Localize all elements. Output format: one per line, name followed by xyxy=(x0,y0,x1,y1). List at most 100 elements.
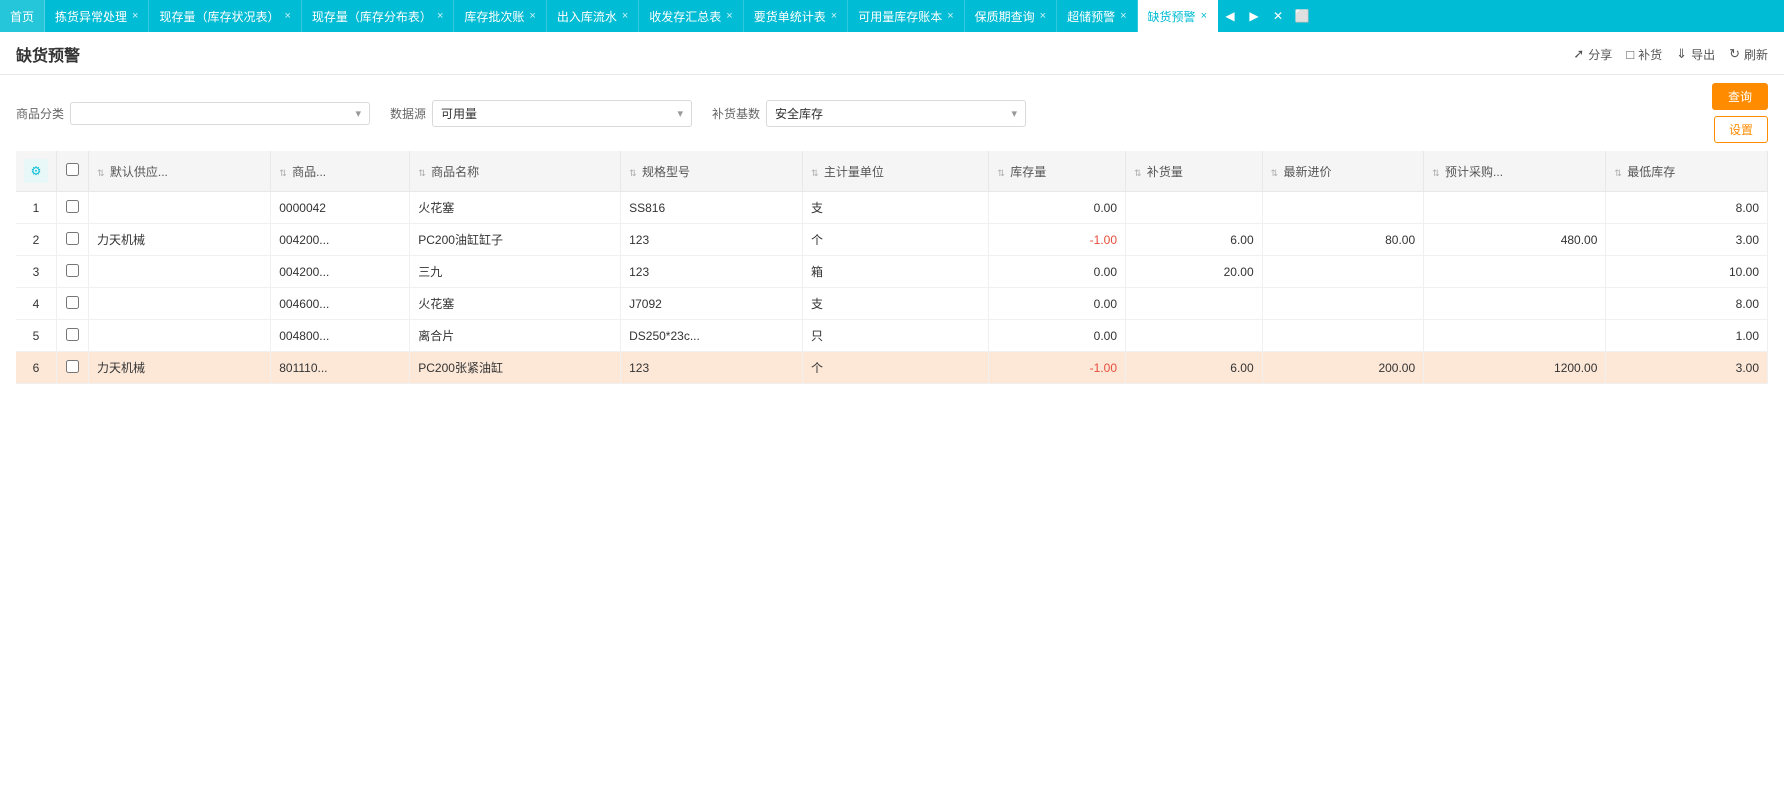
tab-close-10[interactable]: × xyxy=(1120,10,1126,22)
table-row: 6 力天机械 801110... PC200张紧油缸 123 个 -1.00 6… xyxy=(16,352,1768,384)
tab-拣货异常处理[interactable]: 拣货异常处理 × xyxy=(45,0,149,32)
tab-close-8[interactable]: × xyxy=(947,10,953,22)
col-estimated-purchase[interactable]: ⇅ 预计采购... xyxy=(1424,151,1606,192)
row-min-stock: 1.00 xyxy=(1606,320,1768,352)
row-checkbox-cell xyxy=(57,192,89,224)
share-icon: ➚ xyxy=(1573,46,1584,62)
col-gear: ⚙ xyxy=(16,151,57,192)
row-index: 2 xyxy=(16,224,57,256)
col-unit[interactable]: ⇅ 主计量单位 xyxy=(802,151,988,192)
col-default-supplier[interactable]: ⇅ 默认供应... xyxy=(89,151,271,192)
row-spec: SS816 xyxy=(621,192,803,224)
tab-出入库流水[interactable]: 出入库流水 × xyxy=(547,0,639,32)
row-min-stock: 3.00 xyxy=(1606,352,1768,384)
col-min-stock[interactable]: ⇅ 最低库存 xyxy=(1606,151,1768,192)
tab-prev-btn[interactable]: ◀ xyxy=(1218,0,1242,32)
row-spec: DS250*23c... xyxy=(621,320,803,352)
row-checkbox[interactable] xyxy=(66,296,79,309)
row-latest-price xyxy=(1262,288,1424,320)
share-btn[interactable]: ➚ 分享 xyxy=(1573,46,1612,63)
data-source-filter-group: 数据源 可用量 ▾ xyxy=(390,100,692,127)
gear-settings-btn[interactable]: ⚙ xyxy=(24,159,48,183)
header-actions: ➚ 分享 □ 补货 ⇓ 导出 ↻ 刷新 xyxy=(1573,46,1768,63)
category-select[interactable]: ▾ xyxy=(70,102,370,125)
data-source-value: 可用量 xyxy=(441,105,477,122)
row-unit: 支 xyxy=(802,288,988,320)
tab-现存量库存状况表[interactable]: 现存量（库存状况表） × xyxy=(149,0,301,32)
col-sort-icon2: ⇅ xyxy=(279,168,287,178)
tab-close-4[interactable]: × xyxy=(529,10,535,22)
replenish-base-select[interactable]: 安全库存 ▾ xyxy=(766,100,1026,127)
row-supplier xyxy=(89,288,271,320)
col-sort-icon3: ⇅ xyxy=(418,168,426,178)
row-product-code: 801110... xyxy=(271,352,410,384)
row-product-name: 火花塞 xyxy=(410,192,621,224)
select-all-checkbox[interactable] xyxy=(66,163,79,176)
row-checkbox[interactable] xyxy=(66,328,79,341)
col-latest-price[interactable]: ⇅ 最新进价 xyxy=(1262,151,1424,192)
col-product-code[interactable]: ⇅ 商品... xyxy=(271,151,410,192)
tab-保质期查询[interactable]: 保质期查询 × xyxy=(965,0,1057,32)
row-replenish: 20.00 xyxy=(1126,256,1263,288)
tab-可用量库存账本[interactable]: 可用量库存账本 × xyxy=(848,0,964,32)
tab-收发存汇总表[interactable]: 收发存汇总表 × xyxy=(639,0,743,32)
query-button[interactable]: 查询 xyxy=(1712,83,1768,110)
row-estimated-purchase xyxy=(1424,256,1606,288)
row-product-code: 004600... xyxy=(271,288,410,320)
tab-close-6[interactable]: × xyxy=(726,10,732,22)
tab-现存量库存分布表[interactable]: 现存量（库存分布表） × xyxy=(302,0,454,32)
tab-close-3[interactable]: × xyxy=(437,10,443,22)
category-label: 商品分类 xyxy=(16,105,64,122)
col-stock[interactable]: ⇅ 库存量 xyxy=(989,151,1126,192)
row-checkbox[interactable] xyxy=(66,264,79,277)
row-unit: 个 xyxy=(802,224,988,256)
tab-maximize-btn[interactable]: ⬜ xyxy=(1290,0,1314,32)
row-product-code: 004200... xyxy=(271,256,410,288)
col-sort-icon8: ⇅ xyxy=(1271,168,1279,178)
col-spec[interactable]: ⇅ 规格型号 xyxy=(621,151,803,192)
row-index: 6 xyxy=(16,352,57,384)
tab-next-btn[interactable]: ▶ xyxy=(1242,0,1266,32)
tab-缺货预警[interactable]: 缺货预警 × xyxy=(1138,0,1218,32)
row-latest-price xyxy=(1262,256,1424,288)
tab-bar: 首页 拣货异常处理 × 现存量（库存状况表） × 现存量（库存分布表） × 库存… xyxy=(0,0,1784,32)
row-checkbox[interactable] xyxy=(66,200,79,213)
tab-库存批次账[interactable]: 库存批次账 × xyxy=(454,0,546,32)
tab-close-11[interactable]: × xyxy=(1201,10,1207,22)
row-estimated-purchase xyxy=(1424,288,1606,320)
refresh-icon: ↻ xyxy=(1729,46,1740,62)
col-product-name[interactable]: ⇅ 商品名称 xyxy=(410,151,621,192)
tab-要货单统计表[interactable]: 要货单统计表 × xyxy=(744,0,848,32)
row-unit: 箱 xyxy=(802,256,988,288)
tab-首页[interactable]: 首页 xyxy=(0,0,45,32)
row-checkbox[interactable] xyxy=(66,232,79,245)
tab-close-all-btn[interactable]: ✕ xyxy=(1266,0,1290,32)
row-checkbox[interactable] xyxy=(66,360,79,373)
row-product-code: 0000042 xyxy=(271,192,410,224)
tab-close-7[interactable]: × xyxy=(831,10,837,22)
tab-超储预警[interactable]: 超储预警 × xyxy=(1057,0,1137,32)
row-replenish: 6.00 xyxy=(1126,224,1263,256)
export-btn[interactable]: ⇓ 导出 xyxy=(1676,46,1715,63)
page-title: 缺货预警 xyxy=(16,42,80,66)
row-min-stock: 8.00 xyxy=(1606,288,1768,320)
replenish-btn[interactable]: □ 补货 xyxy=(1626,46,1662,63)
data-table: ⚙ ⇅ 默认供应... ⇅ 商品... ⇅ 商品名称 xyxy=(16,151,1768,384)
tab-close-2[interactable]: × xyxy=(284,10,290,22)
col-sort-icon4: ⇅ xyxy=(629,168,637,178)
table-row: 4 004600... 火花塞 J7092 支 0.00 8.00 xyxy=(16,288,1768,320)
row-spec: 123 xyxy=(621,352,803,384)
col-replenish[interactable]: ⇅ 补货量 xyxy=(1126,151,1263,192)
settings-button[interactable]: 设置 xyxy=(1714,116,1768,143)
data-source-select[interactable]: 可用量 ▾ xyxy=(432,100,692,127)
row-unit: 个 xyxy=(802,352,988,384)
tab-close-拣货异常处理[interactable]: × xyxy=(132,10,138,22)
table-row: 1 0000042 火花塞 SS816 支 0.00 8.00 xyxy=(16,192,1768,224)
row-checkbox-cell xyxy=(57,320,89,352)
refresh-btn[interactable]: ↻ 刷新 xyxy=(1729,46,1768,63)
tab-close-5[interactable]: × xyxy=(622,10,628,22)
tab-close-9[interactable]: × xyxy=(1040,10,1046,22)
row-latest-price: 80.00 xyxy=(1262,224,1424,256)
row-product-name: 火花塞 xyxy=(410,288,621,320)
col-checkbox xyxy=(57,151,89,192)
